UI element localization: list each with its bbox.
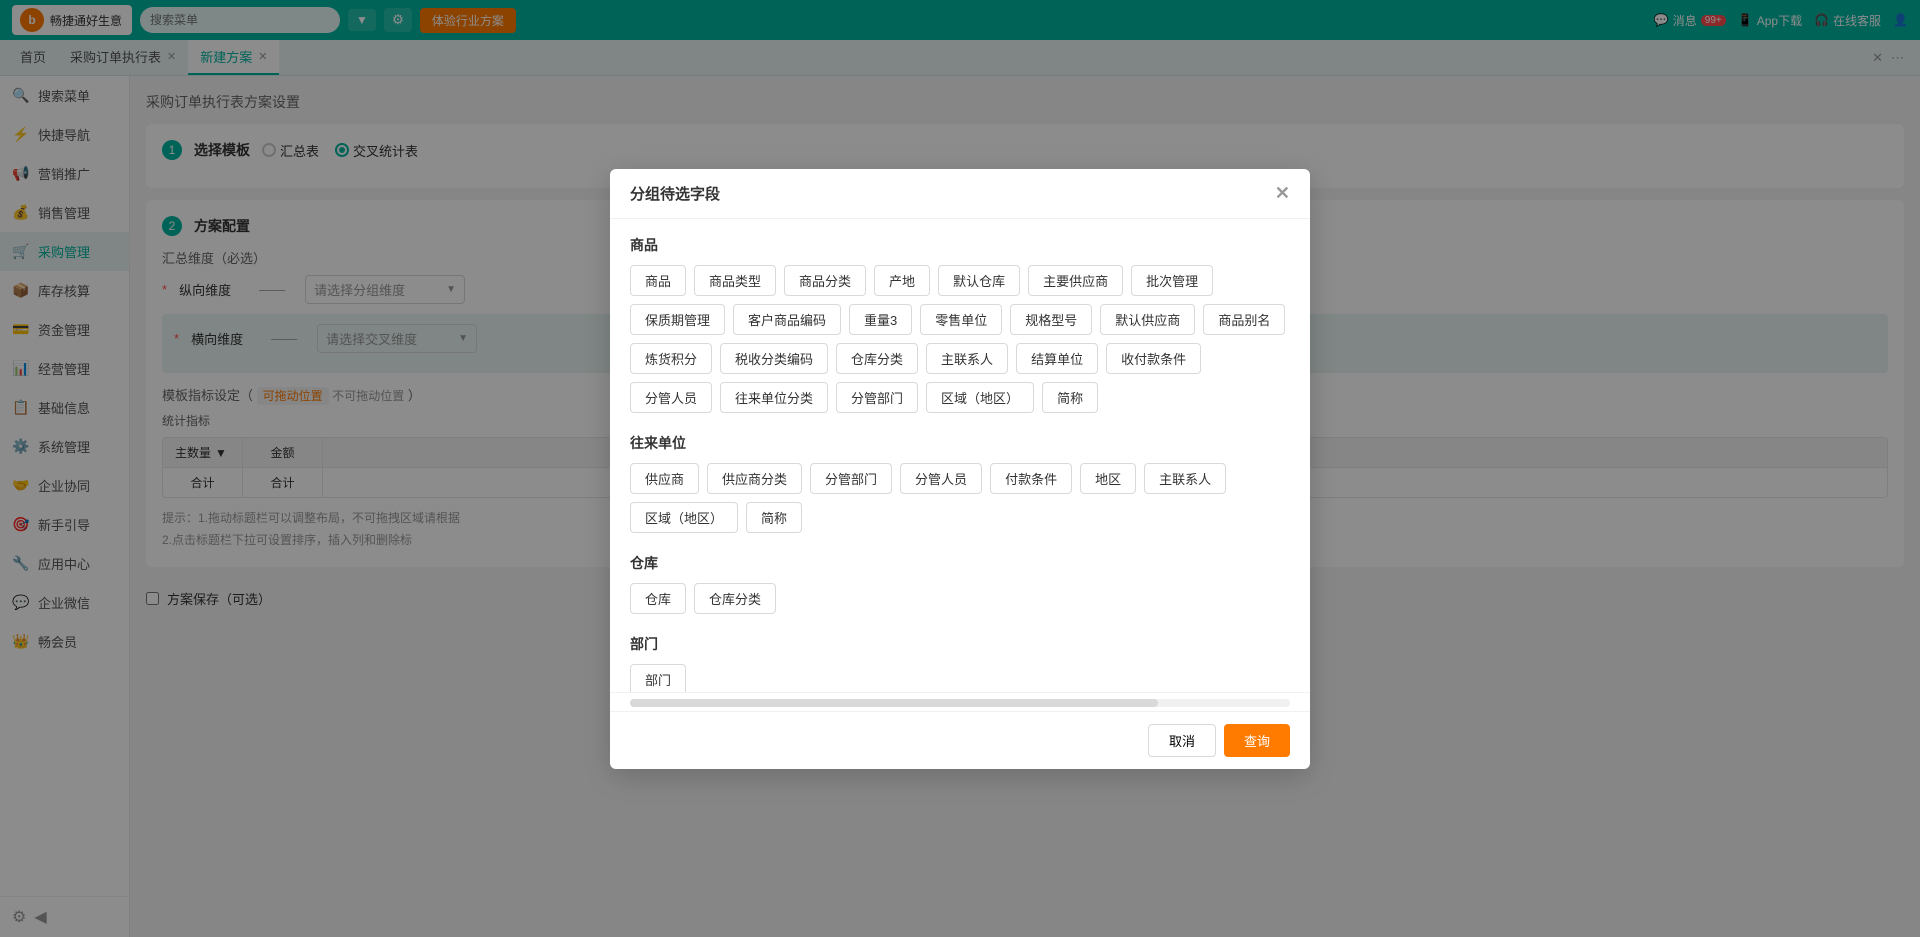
- field-dept[interactable]: 分管部门: [836, 382, 918, 413]
- modal-header: 分组待选字段 ✕: [610, 169, 1310, 219]
- field-main-supplier[interactable]: 主要供应商: [1028, 265, 1123, 296]
- field-partner-abbr[interactable]: 简称: [746, 502, 802, 533]
- field-default-supplier[interactable]: 默认供应商: [1100, 304, 1195, 335]
- field-retail-unit[interactable]: 零售单位: [920, 304, 1002, 335]
- field-product[interactable]: 商品: [630, 265, 686, 296]
- field-tax-code[interactable]: 税收分类编码: [720, 343, 828, 374]
- field-payment-terms[interactable]: 收付款条件: [1106, 343, 1201, 374]
- field-responsible-person[interactable]: 分管人员: [630, 382, 712, 413]
- modal-confirm-button[interactable]: 查询: [1224, 724, 1290, 757]
- product-field-list: 商品 商品类型 商品分类 产地 默认仓库 主要供应商 批次管理 保质期管理 客户…: [630, 265, 1290, 413]
- section-department: 部门 部门: [630, 634, 1290, 692]
- modal-overlay: 分组待选字段 ✕ 商品 商品 商品类型 商品分类 产地 默认仓库 主要供应商 批…: [0, 0, 1920, 937]
- field-warehouse-category[interactable]: 仓库分类: [836, 343, 918, 374]
- field-partner-person[interactable]: 分管人员: [900, 463, 982, 494]
- section-warehouse: 仓库 仓库 仓库分类: [630, 553, 1290, 614]
- field-points[interactable]: 炼货积分: [630, 343, 712, 374]
- section-partner-title: 往来单位: [630, 433, 1290, 453]
- modal-body[interactable]: 商品 商品 商品类型 商品分类 产地 默认仓库 主要供应商 批次管理 保质期管理…: [610, 219, 1310, 692]
- field-warehouse-cat[interactable]: 仓库分类: [694, 583, 776, 614]
- field-weight[interactable]: 重量3: [849, 304, 912, 335]
- field-partner-contact[interactable]: 主联系人: [1144, 463, 1226, 494]
- partner-field-list: 供应商 供应商分类 分管部门 分管人员 付款条件 地区 主联系人 区域（地区） …: [630, 463, 1290, 533]
- field-product-alias[interactable]: 商品别名: [1203, 304, 1285, 335]
- field-product-type[interactable]: 商品类型: [694, 265, 776, 296]
- field-spec-model[interactable]: 规格型号: [1010, 304, 1092, 335]
- field-supplier[interactable]: 供应商: [630, 463, 699, 494]
- field-customer-code[interactable]: 客户商品编码: [733, 304, 841, 335]
- field-department[interactable]: 部门: [630, 664, 686, 692]
- field-batch-mgmt[interactable]: 批次管理: [1131, 265, 1213, 296]
- field-quality-period[interactable]: 保质期管理: [630, 304, 725, 335]
- modal-cancel-button[interactable]: 取消: [1148, 724, 1216, 757]
- field-warehouse[interactable]: 仓库: [630, 583, 686, 614]
- modal: 分组待选字段 ✕ 商品 商品 商品类型 商品分类 产地 默认仓库 主要供应商 批…: [610, 169, 1310, 769]
- section-partner: 往来单位 供应商 供应商分类 分管部门 分管人员 付款条件 地区 主联系人 区域…: [630, 433, 1290, 533]
- field-area[interactable]: 地区: [1080, 463, 1136, 494]
- field-default-warehouse[interactable]: 默认仓库: [938, 265, 1020, 296]
- field-partner-category[interactable]: 往来单位分类: [720, 382, 828, 413]
- field-origin[interactable]: 产地: [874, 265, 930, 296]
- field-partner-dept[interactable]: 分管部门: [810, 463, 892, 494]
- field-product-category[interactable]: 商品分类: [784, 265, 866, 296]
- warehouse-field-list: 仓库 仓库分类: [630, 583, 1290, 614]
- field-payment-condition[interactable]: 付款条件: [990, 463, 1072, 494]
- dept-field-list: 部门: [630, 664, 1290, 692]
- field-partner-region[interactable]: 区域（地区）: [630, 502, 738, 533]
- horizontal-scroll-area: [610, 692, 1310, 711]
- modal-footer: 取消 查询: [610, 711, 1310, 769]
- field-abbr[interactable]: 简称: [1042, 382, 1098, 413]
- horizontal-scrollbar-thumb: [630, 699, 1158, 707]
- horizontal-scrollbar-track[interactable]: [630, 699, 1290, 707]
- field-main-contact[interactable]: 主联系人: [926, 343, 1008, 374]
- section-product: 商品 商品 商品类型 商品分类 产地 默认仓库 主要供应商 批次管理 保质期管理…: [630, 235, 1290, 413]
- section-warehouse-title: 仓库: [630, 553, 1290, 573]
- field-settlement-unit[interactable]: 结算单位: [1016, 343, 1098, 374]
- section-dept-title: 部门: [630, 634, 1290, 654]
- field-supplier-category[interactable]: 供应商分类: [707, 463, 802, 494]
- modal-close-button[interactable]: ✕: [1275, 183, 1290, 204]
- section-product-title: 商品: [630, 235, 1290, 255]
- field-region[interactable]: 区域（地区）: [926, 382, 1034, 413]
- modal-title: 分组待选字段: [630, 183, 720, 204]
